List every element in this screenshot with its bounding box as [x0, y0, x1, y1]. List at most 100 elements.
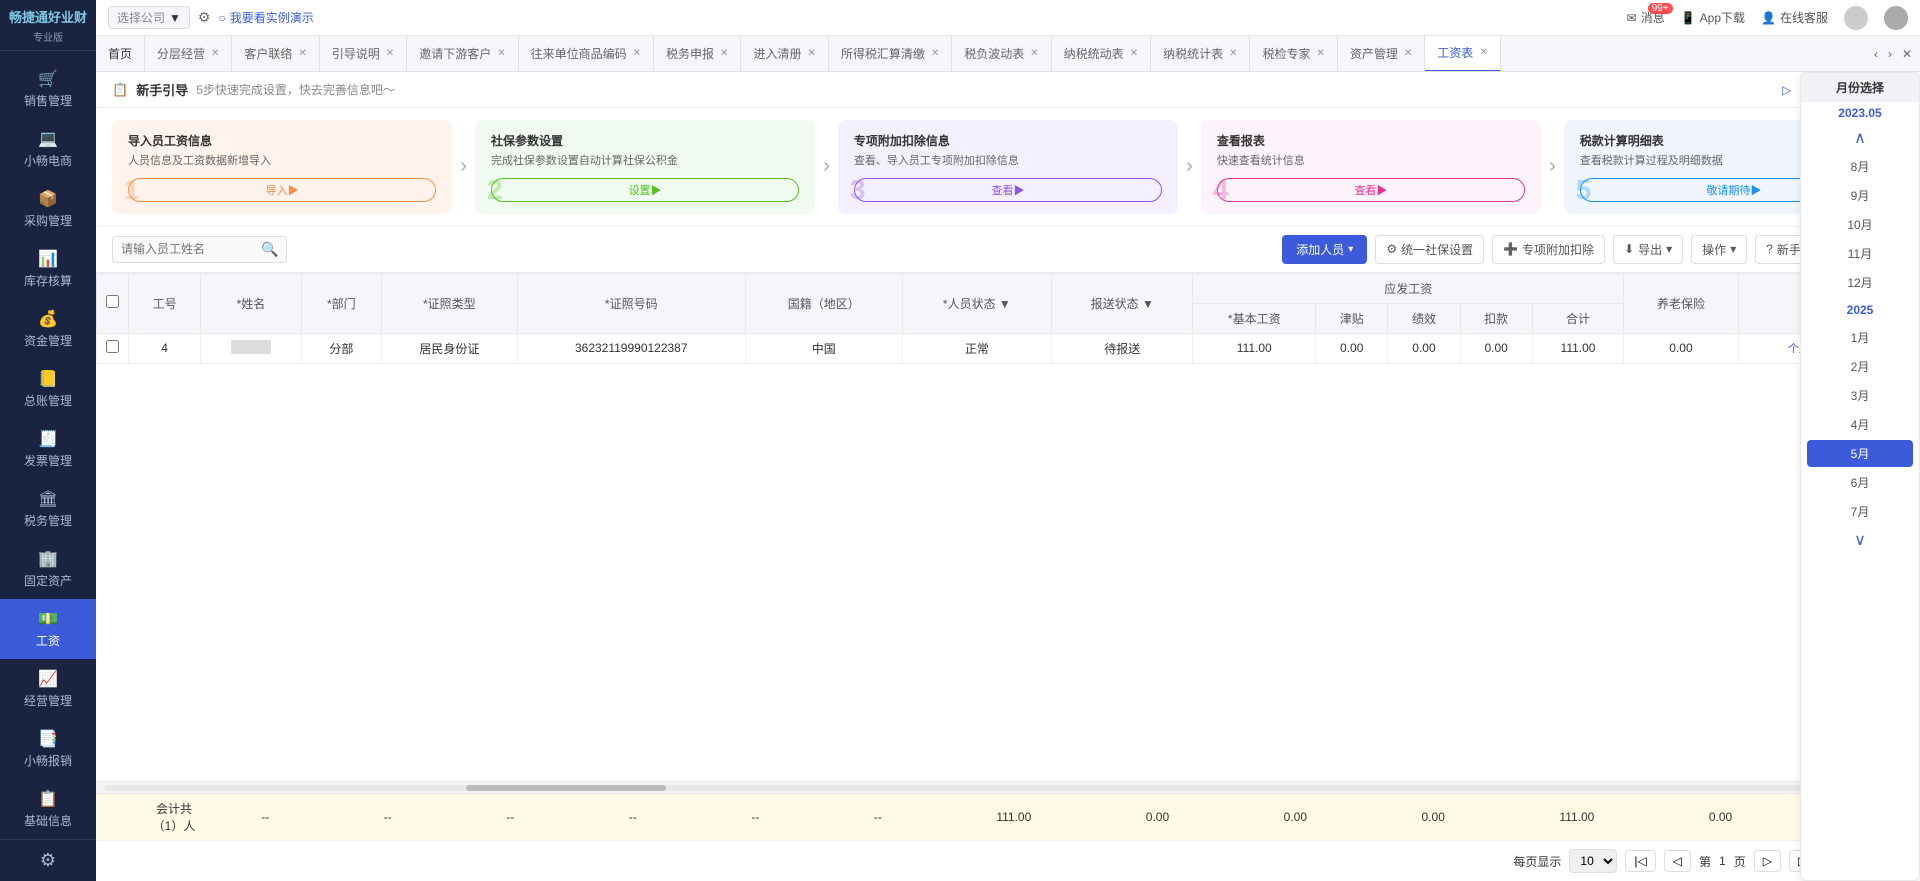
tab-label-clearance: 进入清册 — [753, 45, 801, 62]
step-number-5: 5 — [1576, 174, 1592, 206]
tab-close-tax_stat3[interactable]: ✕ — [1229, 48, 1237, 59]
tab-close-tax_report[interactable]: ✕ — [720, 48, 728, 59]
tab-close-tax_stat2[interactable]: ✕ — [1130, 48, 1138, 59]
sidebar-item-operation[interactable]: 📈经营管理 — [0, 659, 96, 719]
sidebar-item-general[interactable]: 📒总账管理 — [0, 359, 96, 419]
online-service-btn[interactable]: 👤 在线客服 — [1761, 9, 1828, 26]
first-page-btn[interactable]: |◁ — [1625, 850, 1655, 872]
tab-customer[interactable]: 客户联络✕ — [232, 36, 319, 72]
tab-close-split_mgmt[interactable]: ✕ — [211, 48, 219, 59]
month-item-2[interactable]: 10月 — [1807, 211, 1913, 238]
guide-bar-icon: 📋 — [112, 82, 128, 98]
tab-close-tax_calc[interactable]: ✕ — [931, 48, 939, 59]
tab-close-salary_tab[interactable]: ✕ — [1479, 47, 1487, 58]
user-avatar[interactable] — [1844, 6, 1868, 30]
tab-close-tax_exemption[interactable]: ✕ — [1030, 48, 1038, 59]
search-icon[interactable]: 🔍 — [261, 241, 278, 258]
sidebar-item-ecommerce[interactable]: 💻小畅电商 — [0, 119, 96, 179]
tab-invite[interactable]: 邀请下游客户✕ — [407, 36, 518, 72]
tab-home[interactable]: 首页 — [96, 36, 145, 72]
operations-dropdown-icon: ▾ — [1730, 242, 1736, 256]
sidebar-item-inventory[interactable]: 📊库存核算 — [0, 239, 96, 299]
tab-supplier_code[interactable]: 往来单位商品编码✕ — [519, 36, 654, 72]
export-btn[interactable]: ⬇ 导出 ▾ — [1613, 235, 1683, 264]
tab-tax_exemption[interactable]: 税负波动表✕ — [952, 36, 1051, 72]
tab-tax_expert[interactable]: 税检专家✕ — [1250, 36, 1337, 72]
unified-settings-btn[interactable]: ⚙ 统一社保设置 — [1375, 235, 1484, 264]
month-item-9[interactable]: 4月 — [1807, 411, 1913, 438]
month-item-8[interactable]: 3月 — [1807, 382, 1913, 409]
sidebar-item-basic[interactable]: 📋基础信息 — [0, 779, 96, 839]
sidebar-item-purchase[interactable]: 📦采购管理 — [0, 179, 96, 239]
month-item-3[interactable]: 11月 — [1807, 240, 1913, 267]
sidebar-item-fixed[interactable]: 🏢固定资产 — [0, 539, 96, 599]
tab-tax_report[interactable]: 税务申报✕ — [654, 36, 741, 72]
add-employee-label: 添加人员 — [1296, 241, 1344, 258]
tab-close-assets[interactable]: ✕ — [1404, 48, 1412, 59]
month-item-4[interactable]: 12月 — [1807, 269, 1913, 296]
tab-tax_stat3[interactable]: 纳税统计表✕ — [1151, 36, 1250, 72]
search-input[interactable] — [121, 242, 261, 256]
month-down-btn[interactable]: ∨ — [1854, 530, 1866, 550]
tab-close-clearance[interactable]: ✕ — [807, 48, 815, 59]
row-select-0[interactable] — [106, 340, 119, 353]
scrollbar-thumb[interactable] — [466, 785, 666, 791]
tab-close-all-btn[interactable]: ✕ — [1898, 47, 1916, 61]
tab-close-guide_tab[interactable]: ✕ — [386, 48, 394, 59]
company-selector[interactable]: 选择公司 ▼ — [108, 6, 190, 29]
sidebar-item-sales[interactable]: 🛒销售管理 — [0, 59, 96, 119]
tab-clearance[interactable]: 进入清册 ✕ — [741, 36, 828, 72]
message-btn[interactable]: ✉ 消息 99+ — [1627, 9, 1665, 26]
scrollbar-area — [96, 781, 1920, 793]
step-btn-1[interactable]: 导入▶ — [128, 178, 436, 202]
page-size-select[interactable]: 10 20 50 — [1569, 849, 1617, 873]
operations-btn[interactable]: 操作 ▾ — [1691, 235, 1747, 264]
tab-prev-icon[interactable]: ‹ — [1870, 45, 1882, 63]
month-item-10[interactable]: 5月 — [1807, 440, 1913, 467]
sidebar-item-tax[interactable]: 🏛税务管理 — [0, 479, 96, 539]
month-item-7[interactable]: 2月 — [1807, 353, 1913, 380]
tab-next-icon[interactable]: › — [1884, 45, 1896, 63]
month-item-6[interactable]: 1月 — [1807, 324, 1913, 351]
settings-icon[interactable]: ⚙ — [40, 850, 56, 871]
demo-link[interactable]: ○ 我要看实例演示 — [218, 9, 313, 26]
tab-tax_stat2[interactable]: 纳税统动表✕ — [1052, 36, 1151, 72]
sidebar-item-salary[interactable]: 💵工资 — [0, 599, 96, 659]
tab-close-customer[interactable]: ✕ — [298, 48, 306, 59]
tab-close-supplier_code[interactable]: ✕ — [633, 48, 641, 59]
step-btn-4[interactable]: 查看▶ — [1217, 178, 1525, 202]
tab-close-tax_expert[interactable]: ✕ — [1317, 48, 1325, 59]
month-up-btn[interactable]: ∧ — [1854, 128, 1866, 148]
settings-gear-icon[interactable]: ⚙ — [198, 9, 211, 26]
scrollbar-track — [104, 785, 1912, 791]
month-panel: 月份选择 2023.05 ∧ 8月9月10月11月12月20251月2月3月4月… — [1800, 72, 1920, 881]
select-all-checkbox[interactable] — [106, 295, 119, 308]
add-employee-btn[interactable]: 添加人员 ▾ — [1282, 235, 1367, 264]
sidebar-nav: 🛒销售管理💻小畅电商📦采购管理📊库存核算💰资金管理📒总账管理🧾发票管理🏛税务管理… — [0, 51, 96, 839]
tab-split_mgmt[interactable]: 分层经营✕ — [145, 36, 232, 72]
month-item-0[interactable]: 8月 — [1807, 153, 1913, 180]
sidebar-label-general: 总账管理 — [24, 392, 72, 409]
th-base-salary: *基本工资 — [1193, 303, 1316, 333]
step-btn-2[interactable]: 设置▶ — [491, 178, 799, 202]
step-desc-3: 查看、导入员工专项附加扣除信息 — [854, 153, 1162, 170]
special-deduction-btn[interactable]: ➕ 专项附加扣除 — [1492, 235, 1605, 264]
user-avatar-2[interactable] — [1884, 6, 1908, 30]
tab-salary_tab[interactable]: 工资表✕ — [1425, 36, 1500, 72]
tab-assets[interactable]: 资产管理✕ — [1338, 36, 1425, 72]
sidebar-item-finance[interactable]: 💰资金管理 — [0, 299, 96, 359]
app-download-btn[interactable]: 📱 App下载 — [1681, 9, 1745, 26]
guide-title: 新手引导 — [136, 80, 188, 99]
sidebar-item-invoice[interactable]: 🧾发票管理 — [0, 419, 96, 479]
next-page-btn[interactable]: ▷ — [1754, 850, 1781, 872]
month-item-11[interactable]: 6月 — [1807, 469, 1913, 496]
month-item-12[interactable]: 7月 — [1807, 498, 1913, 525]
prev-page-btn[interactable]: ◁ — [1664, 850, 1691, 872]
month-item-1[interactable]: 9月 — [1807, 182, 1913, 209]
tab-guide_tab[interactable]: 引导说明✕ — [320, 36, 407, 72]
tab-tax_calc[interactable]: 所得税汇算清缴✕ — [829, 36, 952, 72]
tab-close-invite[interactable]: ✕ — [497, 48, 505, 59]
step-desc-4: 快速查看统计信息 — [1217, 153, 1525, 170]
sidebar-item-report[interactable]: 📑小畅报销 — [0, 719, 96, 779]
step-btn-3[interactable]: 查看▶ — [854, 178, 1162, 202]
